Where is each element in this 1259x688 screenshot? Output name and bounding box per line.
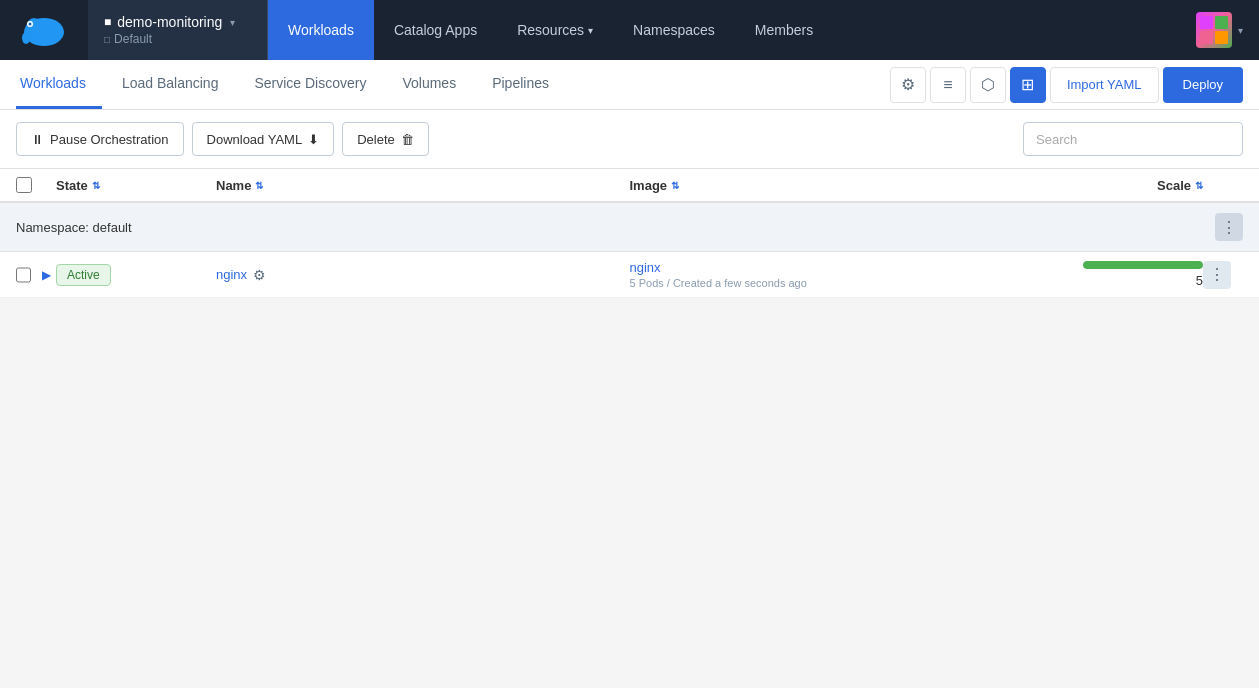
status-badge: Active bbox=[56, 264, 111, 286]
delete-button[interactable]: Delete 🗑 bbox=[342, 122, 429, 156]
scale-sort-icon: ⇅ bbox=[1195, 180, 1203, 191]
scale-cell: 5 bbox=[1043, 261, 1203, 288]
project-env: □ Default bbox=[104, 32, 235, 46]
workload-config-icon: ⚙ bbox=[253, 267, 266, 283]
import-yaml-button[interactable]: Import YAML bbox=[1050, 67, 1159, 103]
delete-icon: 🗑 bbox=[401, 132, 414, 147]
sub-tabs-bar: Workloads Load Balancing Service Discove… bbox=[0, 60, 1259, 110]
row-actions-button[interactable]: ⋮ bbox=[1203, 261, 1231, 289]
select-all-checkbox[interactable] bbox=[16, 177, 32, 193]
logo[interactable] bbox=[0, 0, 88, 60]
name-sort-icon: ⇅ bbox=[255, 180, 263, 191]
th-state[interactable]: State ⇅ bbox=[56, 178, 216, 193]
project-selector[interactable]: ■ demo-monitoring ▾ □ Default bbox=[88, 0, 268, 60]
pause-icon: ⏸ bbox=[31, 132, 44, 147]
resources-chevron: ▾ bbox=[588, 25, 593, 36]
project-icon: ■ bbox=[104, 15, 111, 29]
nav-namespaces[interactable]: Namespaces bbox=[613, 0, 735, 60]
scale-number: 5 bbox=[1196, 273, 1203, 288]
user-avatar bbox=[1196, 12, 1232, 48]
pause-orchestration-button[interactable]: ⏸ Pause Orchestration bbox=[16, 122, 184, 156]
pause-label: Pause Orchestration bbox=[50, 132, 169, 147]
nav-workloads[interactable]: Workloads bbox=[268, 0, 374, 60]
download-label: Download YAML bbox=[207, 132, 303, 147]
list-view-btn[interactable]: ≡ bbox=[930, 67, 966, 103]
deploy-button[interactable]: Deploy bbox=[1163, 67, 1243, 103]
tab-workloads[interactable]: Workloads bbox=[16, 60, 102, 109]
tab-pipelines[interactable]: Pipelines bbox=[476, 60, 565, 109]
state-sort-icon: ⇅ bbox=[92, 180, 100, 191]
grid-view-btn[interactable]: ⊞ bbox=[1010, 67, 1046, 103]
settings-view-btn[interactable]: ⚙ bbox=[890, 67, 926, 103]
th-scale[interactable]: Scale ⇅ bbox=[1043, 178, 1203, 193]
scale-bar bbox=[1083, 261, 1203, 269]
delete-label: Delete bbox=[357, 132, 395, 147]
download-yaml-button[interactable]: Download YAML ⬇ bbox=[192, 122, 335, 156]
row-expand-button[interactable]: ▶ bbox=[37, 265, 56, 285]
nav-members[interactable]: Members bbox=[735, 0, 833, 60]
workload-name-link[interactable]: nginx ⚙ bbox=[216, 267, 630, 283]
nodes-view-btn[interactable]: ⬡ bbox=[970, 67, 1006, 103]
env-icon: □ bbox=[104, 34, 110, 45]
workloads-table: State ⇅ Name ⇅ Image ⇅ Scale ⇅ Namespace… bbox=[0, 169, 1259, 298]
image-sort-icon: ⇅ bbox=[671, 180, 679, 191]
sub-tabs-actions: ⚙ ≡ ⬡ ⊞ Import YAML Deploy bbox=[890, 67, 1243, 103]
table-row: ▶ Active nginx ⚙ nginx 5 Pods / Created … bbox=[0, 252, 1259, 298]
image-name[interactable]: nginx bbox=[630, 260, 1044, 275]
main-nav: Workloads Catalog Apps Resources ▾ Names… bbox=[268, 0, 1180, 60]
th-image[interactable]: Image ⇅ bbox=[630, 178, 1044, 193]
scale-bar-fill bbox=[1083, 261, 1203, 269]
state-cell: Active bbox=[56, 264, 216, 286]
tab-load-balancing[interactable]: Load Balancing bbox=[106, 60, 235, 109]
download-icon: ⬇ bbox=[308, 132, 319, 147]
image-cell: nginx 5 Pods / Created a few seconds ago bbox=[630, 260, 1044, 289]
th-name[interactable]: Name ⇅ bbox=[216, 178, 630, 193]
table-header-row: State ⇅ Name ⇅ Image ⇅ Scale ⇅ bbox=[0, 169, 1259, 203]
nav-resources[interactable]: Resources ▾ bbox=[497, 0, 613, 60]
project-chevron: ▾ bbox=[230, 17, 235, 28]
workload-toolbar: ⏸ Pause Orchestration Download YAML ⬇ De… bbox=[0, 110, 1259, 169]
row-checkbox[interactable] bbox=[16, 267, 31, 283]
svg-point-2 bbox=[22, 32, 30, 44]
image-meta: 5 Pods / Created a few seconds ago bbox=[630, 277, 1044, 289]
svg-point-4 bbox=[29, 23, 32, 26]
user-menu[interactable]: ▾ bbox=[1180, 0, 1259, 60]
tab-volumes[interactable]: Volumes bbox=[386, 60, 472, 109]
namespace-actions-button[interactable]: ⋮ bbox=[1215, 213, 1243, 241]
user-chevron: ▾ bbox=[1238, 25, 1243, 36]
project-name: ■ demo-monitoring ▾ bbox=[104, 14, 235, 30]
namespace-label: Namespace: default bbox=[16, 220, 132, 235]
navbar: ■ demo-monitoring ▾ □ Default Workloads … bbox=[0, 0, 1259, 60]
search-input[interactable] bbox=[1023, 122, 1243, 156]
namespace-group-default: Namespace: default ⋮ bbox=[0, 203, 1259, 252]
nav-catalog-apps[interactable]: Catalog Apps bbox=[374, 0, 497, 60]
tab-service-discovery[interactable]: Service Discovery bbox=[238, 60, 382, 109]
